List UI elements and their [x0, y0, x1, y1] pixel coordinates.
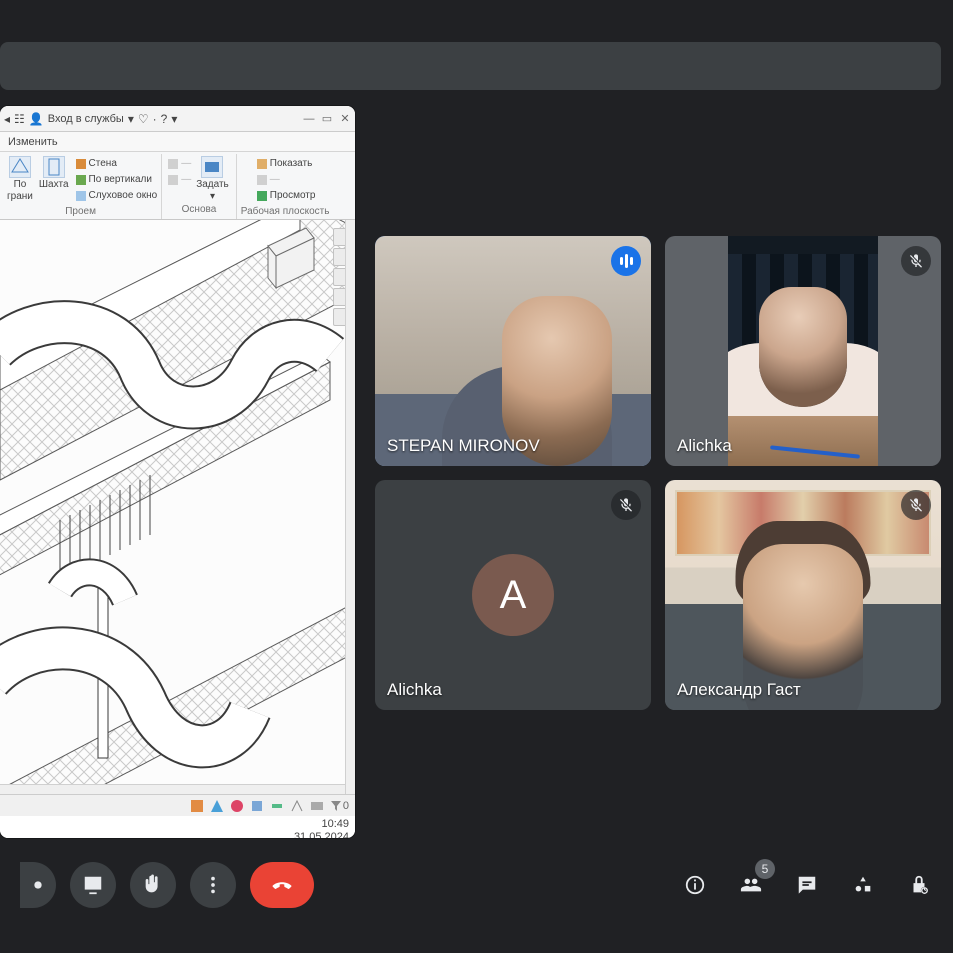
filter-icon: [330, 800, 342, 812]
participant-tile-stepan[interactable]: STEPAN MIRONOV: [375, 236, 651, 466]
ribbon-group-base: — — Задать ▾ Основа: [162, 154, 237, 219]
ribbon-group-opening: По грани Шахта Стена По вертикали Слухов…: [0, 154, 162, 219]
qa-favorite-icon[interactable]: ♡: [138, 112, 149, 126]
top-search-bar[interactable]: [0, 42, 941, 90]
cad-menubar[interactable]: Изменить: [0, 132, 355, 152]
qa-user-icon[interactable]: 👤: [29, 112, 44, 126]
login-button[interactable]: Вход в службы: [48, 113, 124, 125]
status-icon-6[interactable]: [290, 799, 304, 813]
cad-model-svg: [0, 220, 355, 794]
participant-grid: STEPAN MIRONOV Alichka A Alichka Алексан…: [375, 236, 941, 710]
status-icon-5[interactable]: [270, 799, 284, 813]
shared-screen-panel: ◂ ☷ 👤 Вход в службы ▾ ♡ · ? ▾ — ▭ ✕ Изме…: [0, 106, 355, 838]
ribbon-btn-wall[interactable]: Стена: [74, 156, 158, 172]
help-dropdown-icon[interactable]: ▾: [171, 112, 177, 126]
more-options-button[interactable]: [190, 862, 236, 908]
ribbon-group-base-label: Основа: [182, 204, 217, 217]
participant-tile-alichka-avatar[interactable]: A Alichka: [375, 480, 651, 710]
cad-titlebar: ◂ ☷ 👤 Вход в службы ▾ ♡ · ? ▾ — ▭ ✕: [0, 106, 355, 132]
ribbon-disabled-1: —: [166, 156, 191, 172]
cad-ribbon: По грани Шахта Стена По вертикали Слухов…: [0, 152, 355, 220]
qa-sep: ·: [153, 112, 157, 126]
meeting-info-button[interactable]: [681, 871, 709, 899]
participant-count-badge: 5: [755, 859, 775, 879]
qa-dropdown-icon[interactable]: ▾: [128, 112, 134, 126]
present-screen-button[interactable]: [70, 862, 116, 908]
muted-mic-icon: [901, 246, 931, 276]
host-controls-button[interactable]: [905, 871, 933, 899]
status-icon-4[interactable]: [250, 799, 264, 813]
end-call-button[interactable]: [250, 862, 314, 908]
clock-date: 31.05.2024: [294, 831, 349, 838]
status-icon-7[interactable]: [310, 799, 324, 813]
status-icon-1[interactable]: [190, 799, 204, 813]
video-feed: [728, 236, 878, 466]
status-filter-icon[interactable]: 0: [330, 800, 349, 812]
window-minimize-button[interactable]: —: [303, 113, 315, 125]
clock-time: 10:49: [321, 818, 349, 831]
meet-control-bar: 5: [0, 861, 953, 909]
participant-tile-alichka-video[interactable]: Alichka: [665, 236, 941, 466]
video-feed: [375, 236, 651, 466]
participant-name: Alichka: [387, 680, 442, 700]
avatar: A: [472, 554, 554, 636]
cad-scrollbar-vertical[interactable]: [345, 220, 355, 794]
raise-hand-button[interactable]: [130, 862, 176, 908]
help-icon[interactable]: ?: [161, 112, 168, 126]
face-icon: [9, 156, 31, 178]
participant-tile-alexander[interactable]: Александр Гаст: [665, 480, 941, 710]
qa-separator-icon: ◂: [4, 112, 10, 126]
ribbon-group-workplane: Показать — Просмотр Рабочая плоскость: [237, 154, 334, 219]
ribbon-btn-show[interactable]: Показать: [255, 156, 316, 172]
shaft-icon: [43, 156, 65, 178]
muted-mic-icon: [901, 490, 931, 520]
ribbon-btn-set[interactable]: Задать ▾: [193, 156, 232, 202]
status-icon-3[interactable]: [230, 799, 244, 813]
muted-mic-icon: [611, 490, 641, 520]
control-button-cut[interactable]: [20, 862, 56, 908]
window-maximize-button[interactable]: ▭: [321, 113, 333, 125]
cad-system-clock: 10:49 31.05.2024: [0, 816, 355, 838]
ribbon-btn-preview[interactable]: Просмотр: [255, 188, 316, 204]
ribbon-disabled-2: —: [166, 172, 191, 188]
menu-edit[interactable]: Изменить: [8, 136, 58, 148]
video-feed: [665, 480, 941, 710]
ribbon-btn-shaft[interactable]: Шахта: [36, 156, 72, 204]
ribbon-btn-vertical[interactable]: По вертикали: [74, 172, 158, 188]
speaking-indicator-icon: [611, 246, 641, 276]
cad-scrollbar-horizontal[interactable]: [0, 784, 345, 794]
chat-button[interactable]: [793, 871, 821, 899]
set-icon: [201, 156, 223, 178]
qa-tree-icon[interactable]: ☷: [14, 112, 25, 126]
cad-status-bar: 0: [0, 794, 355, 816]
activities-button[interactable]: [849, 871, 877, 899]
ribbon-group-opening-label: Проем: [65, 206, 96, 219]
ribbon-btn-wp-disabled: —: [255, 172, 316, 188]
ribbon-group-workplane-label: Рабочая плоскость: [241, 206, 330, 219]
participant-name: Alichka: [677, 436, 732, 456]
status-icon-2[interactable]: [210, 799, 224, 813]
window-close-button[interactable]: ✕: [339, 113, 351, 125]
ribbon-btn-dormer[interactable]: Слуховое окно: [74, 188, 158, 204]
ribbon-btn-face[interactable]: По грани: [4, 156, 36, 204]
cad-3d-viewport[interactable]: [0, 220, 355, 794]
participants-button[interactable]: 5: [737, 871, 765, 899]
